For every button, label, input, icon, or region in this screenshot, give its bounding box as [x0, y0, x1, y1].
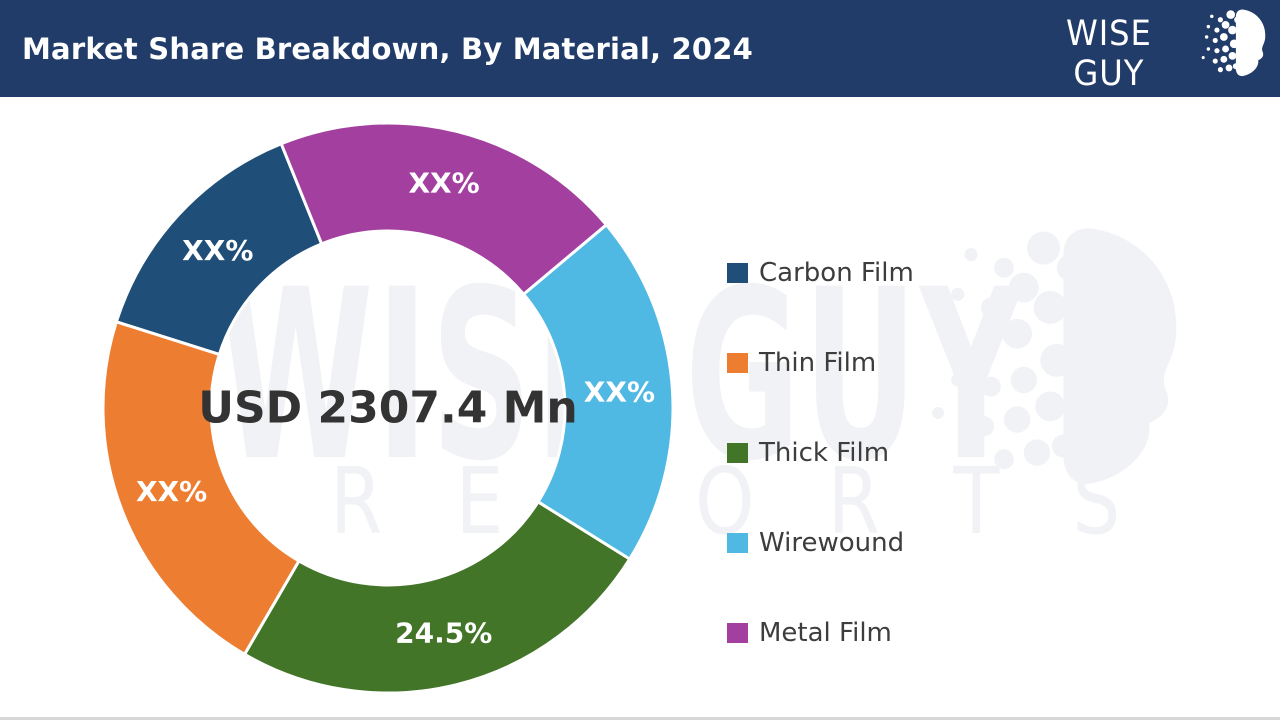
wedge-label-carbon-film: XX%: [182, 234, 253, 267]
header-bar: Market Share Breakdown, By Material, 202…: [0, 0, 1280, 112]
wedge-label-thick-film: 24.5%: [395, 617, 492, 650]
legend-item-carbon-film: Carbon Film: [727, 258, 914, 288]
legend-swatch: [727, 443, 748, 463]
legend-swatch: [727, 623, 748, 643]
legend-item-metal-film: Metal Film: [727, 618, 892, 648]
legend-swatch: [727, 263, 748, 283]
legend-swatch: [727, 533, 748, 553]
wedge-label-metal-film: XX%: [408, 166, 479, 199]
logo-text: WISE GUY REPORTS: [1016, 14, 1188, 112]
logo-face-dots-icon: [1201, 9, 1266, 77]
logo-wiseguy-label: WISE GUY: [1065, 14, 1152, 94]
legend-item-wirewound: Wirewound: [727, 528, 904, 558]
legend-item-thick-film: Thick Film: [727, 438, 889, 468]
infographic-page: WISE GUY R E P O R T S XX% XX% 24.5% XX% XX%…: [0, 0, 1280, 720]
logo-reports-label: REPORTS: [1034, 96, 1176, 112]
wedge-thick-film: [243, 500, 632, 695]
wise-guy-reports-logo: WISE GUY REPORTS: [1016, 6, 1266, 112]
legend-label: Carbon Film: [759, 258, 914, 288]
legend-label: Wirewound: [759, 528, 905, 558]
legend-swatch: [727, 353, 748, 373]
legend-label: Thin Film: [759, 348, 877, 378]
wedge-label-thin-film: XX%: [136, 475, 207, 508]
legend-item-thin-film: Thin Film: [727, 348, 876, 378]
legend-label: Metal Film: [759, 618, 892, 648]
wedge-label-wirewound: XX%: [584, 375, 655, 408]
page-title: Market Share Breakdown, By Material, 202…: [22, 31, 754, 66]
watermark-face-dots-icon: [932, 228, 1177, 485]
legend-label: Thick Film: [759, 438, 890, 468]
chart-center-value: USD 2307.4 Mn: [198, 382, 578, 434]
